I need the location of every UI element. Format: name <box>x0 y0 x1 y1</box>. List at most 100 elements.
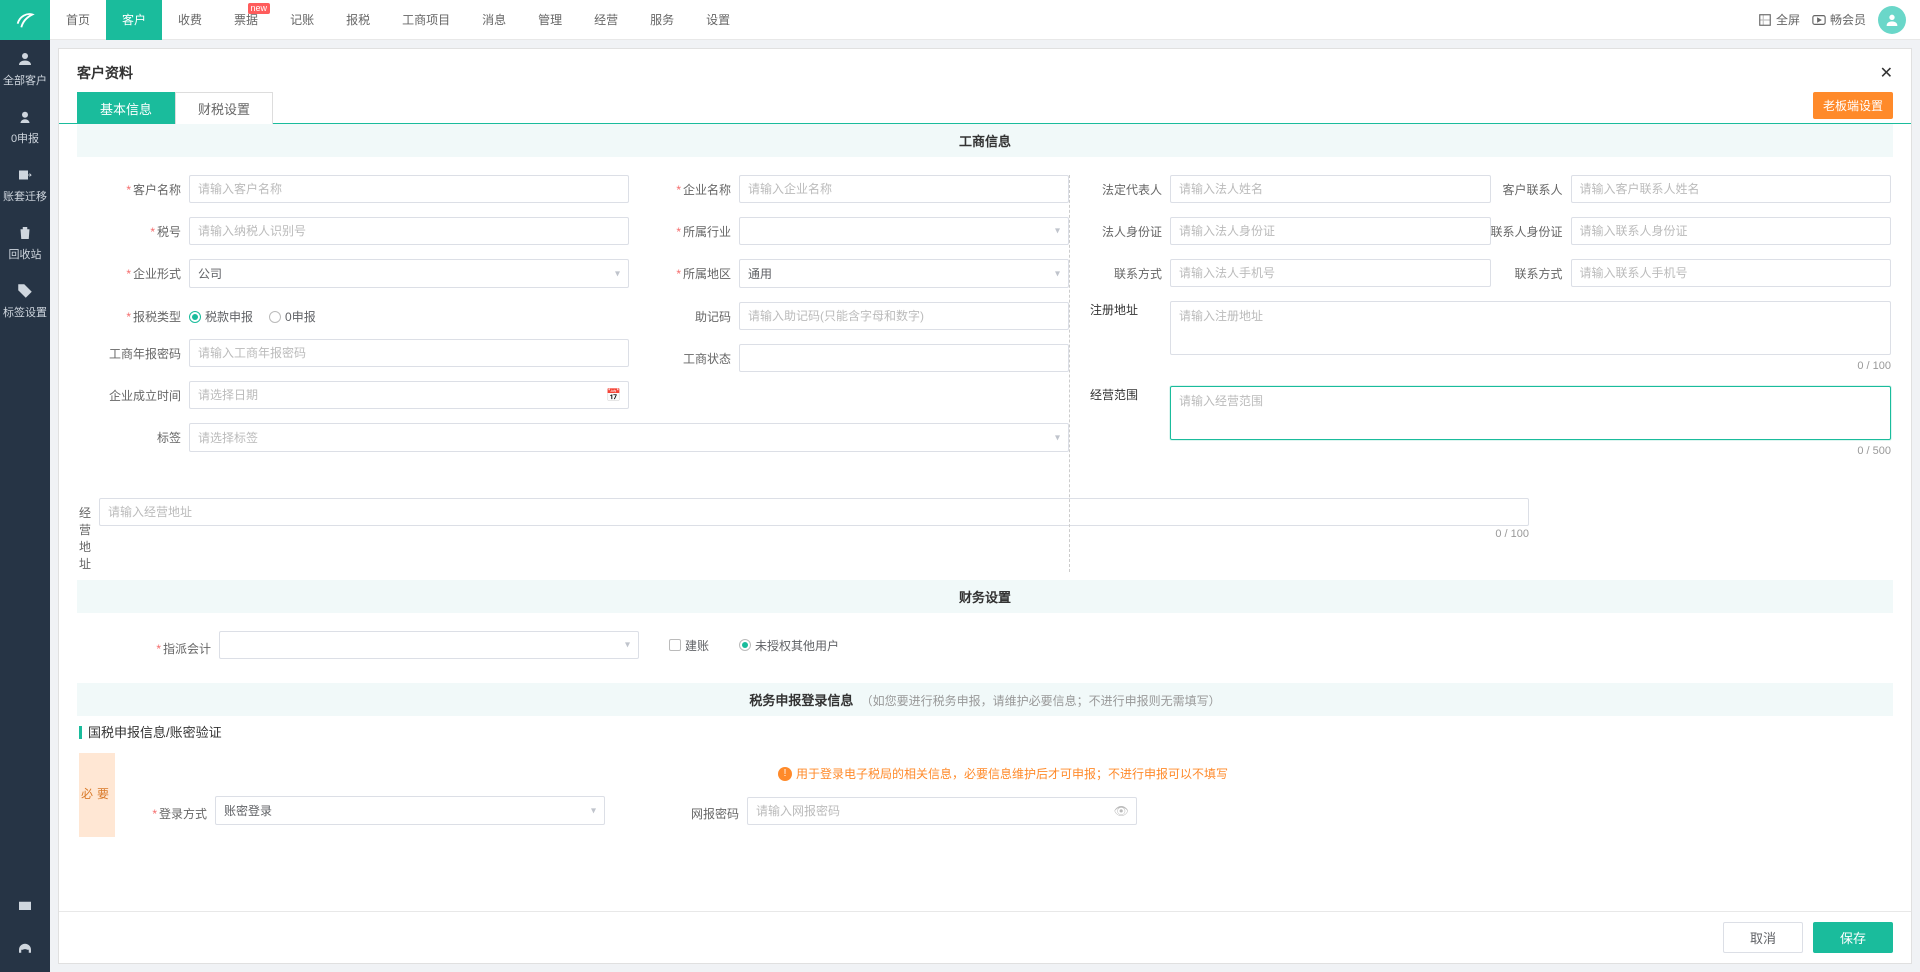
select-region[interactable]: 通用▾ <box>739 259 1069 288</box>
eye-off-icon[interactable]: 👁 <box>1114 804 1129 818</box>
sidebar-download[interactable] <box>0 888 50 930</box>
counter-scope: 0 / 500 <box>1170 443 1891 457</box>
input-annual-pwd[interactable] <box>189 339 629 367</box>
tax-required-badge: 必要 <box>79 753 115 837</box>
nav-service[interactable]: 服务 <box>634 0 690 40</box>
customer-panel: 客户资料 ✕ 基本信息 财税设置 老板端设置 工商信息 客户名称 税号 <box>58 48 1912 964</box>
nav-home[interactable]: 首页 <box>50 0 106 40</box>
close-button[interactable]: ✕ <box>1880 63 1893 83</box>
person-icon <box>1884 12 1900 28</box>
sidebar-tag-settings[interactable]: 标签设置 <box>0 272 50 330</box>
users-icon <box>16 50 34 68</box>
label-enterprise-form: 企业形式 <box>79 259 189 282</box>
headset-icon <box>16 940 34 958</box>
input-customer-name[interactable] <box>189 175 629 203</box>
label-industry: 所属行业 <box>629 217 739 240</box>
label-tax-type: 报税类型 <box>79 302 189 325</box>
nav-settings[interactable]: 设置 <box>690 0 746 40</box>
subsection-national-tax: 国税申报信息/账密验证 <box>79 716 1891 747</box>
sidebar-support[interactable] <box>0 930 50 972</box>
save-button[interactable]: 保存 <box>1813 922 1893 953</box>
input-contact-phone[interactable] <box>1571 259 1892 287</box>
sidebar-recycle[interactable]: 回收站 <box>0 214 50 272</box>
nav-items: 首页 客户 收费 票据new 记账 报税 工商项目 消息 管理 经营 服务 设置 <box>50 0 746 39</box>
input-enterprise-name[interactable] <box>739 175 1069 203</box>
input-legal-phone[interactable] <box>1170 259 1491 287</box>
label-contact-phone: 联系方式 <box>1491 259 1571 282</box>
input-tax-id[interactable] <box>189 217 629 245</box>
label-assigned: 指派会计 <box>79 634 219 657</box>
textarea-reg-addr[interactable] <box>1170 301 1891 355</box>
nav-customer[interactable]: 客户 <box>106 0 162 40</box>
play-icon <box>1812 13 1826 27</box>
chevron-down-icon: ▾ <box>591 805 596 816</box>
label-reg-addr: 注册地址 <box>1090 301 1170 318</box>
form-scroll-area[interactable]: 工商信息 客户名称 税号 企业形式公司▾ 报税类型 税款申报 0申报 工商年报密… <box>59 124 1911 911</box>
sidebar-migrate[interactable]: 账套迁移 <box>0 156 50 214</box>
label-estab-date: 企业成立时间 <box>79 381 189 404</box>
tab-basic-info[interactable]: 基本信息 <box>77 92 175 124</box>
nav-accounting[interactable]: 记账 <box>274 0 330 40</box>
chevron-down-icon: ▾ <box>615 268 620 279</box>
nav-fee[interactable]: 收费 <box>162 0 218 40</box>
select-enterprise-form[interactable]: 公司▾ <box>189 259 629 288</box>
label-contact-id: 联系人身份证 <box>1491 217 1571 240</box>
input-web-pwd[interactable] <box>747 797 1137 825</box>
nav-ic-project[interactable]: 工商项目 <box>386 0 466 40</box>
monitor-icon <box>16 898 34 916</box>
fullscreen-icon <box>1758 13 1772 27</box>
input-legal-id[interactable] <box>1170 217 1491 245</box>
migrate-icon <box>16 166 34 184</box>
label-enterprise-name: 企业名称 <box>629 175 739 198</box>
label-tags: 标签 <box>79 423 189 446</box>
radio-no-auth[interactable]: 未授权其他用户 <box>739 637 839 654</box>
calendar-icon[interactable]: 📅 <box>606 388 621 402</box>
nav-invoice[interactable]: 票据new <box>218 0 274 40</box>
tag-icon <box>16 282 34 300</box>
app-logo[interactable] <box>0 0 50 40</box>
section-finance: 财务设置 <box>77 580 1893 613</box>
radio-tax-declare[interactable]: 税款申报 <box>189 308 253 325</box>
label-customer-name: 客户名称 <box>79 175 189 198</box>
label-biz-addr: 经营地址 <box>79 498 99 572</box>
new-badge: new <box>248 3 271 14</box>
select-industry[interactable]: ▾ <box>739 217 1069 245</box>
nav-manage[interactable]: 管理 <box>522 0 578 40</box>
input-contact-id[interactable] <box>1571 217 1892 245</box>
label-biz-status: 工商状态 <box>629 344 739 367</box>
input-legal-rep[interactable] <box>1170 175 1491 203</box>
info-icon: ! <box>778 767 792 781</box>
tab-tax-settings[interactable]: 财税设置 <box>175 92 273 124</box>
select-login-method[interactable]: 账密登录▾ <box>215 796 605 825</box>
left-sidebar: 全部客户 0申报 账套迁移 回收站 标签设置 <box>0 40 50 972</box>
label-tax-id: 税号 <box>79 217 189 240</box>
checkbox-create-account[interactable]: 建账 <box>669 637 709 654</box>
user-avatar[interactable] <box>1878 6 1906 34</box>
boss-settings-button[interactable]: 老板端设置 <box>1813 92 1893 119</box>
top-nav: 首页 客户 收费 票据new 记账 报税 工商项目 消息 管理 经营 服务 设置… <box>0 0 1920 40</box>
label-annual-pwd: 工商年报密码 <box>79 339 189 362</box>
select-assigned[interactable]: ▾ <box>219 631 639 659</box>
nav-message[interactable]: 消息 <box>466 0 522 40</box>
chevron-down-icon: ▾ <box>1055 432 1060 443</box>
input-mnemonic[interactable] <box>739 302 1069 330</box>
label-mnemonic: 助记码 <box>629 302 739 325</box>
cancel-button[interactable]: 取消 <box>1723 922 1803 953</box>
select-tags[interactable]: 请选择标签▾ <box>189 423 1069 452</box>
textarea-scope[interactable] <box>1170 386 1891 440</box>
sidebar-zero-declare[interactable]: 0申报 <box>0 98 50 156</box>
fullscreen-toggle[interactable]: 全屏 <box>1758 11 1800 28</box>
nav-tax[interactable]: 报税 <box>330 0 386 40</box>
radio-zero-declare[interactable]: 0申报 <box>269 308 316 325</box>
label-contact: 客户联系人 <box>1491 175 1571 198</box>
select-biz-status[interactable] <box>739 344 1069 372</box>
member-link[interactable]: 畅会员 <box>1812 11 1866 28</box>
sidebar-all-customers[interactable]: 全部客户 <box>0 40 50 98</box>
input-contact[interactable] <box>1571 175 1892 203</box>
chevron-down-icon: ▾ <box>625 640 630 651</box>
section-business-info: 工商信息 <box>77 124 1893 157</box>
label-legal-phone: 联系方式 <box>1090 259 1170 282</box>
input-estab-date[interactable] <box>189 381 629 409</box>
nav-operate[interactable]: 经营 <box>578 0 634 40</box>
label-scope: 经营范围 <box>1090 386 1170 403</box>
